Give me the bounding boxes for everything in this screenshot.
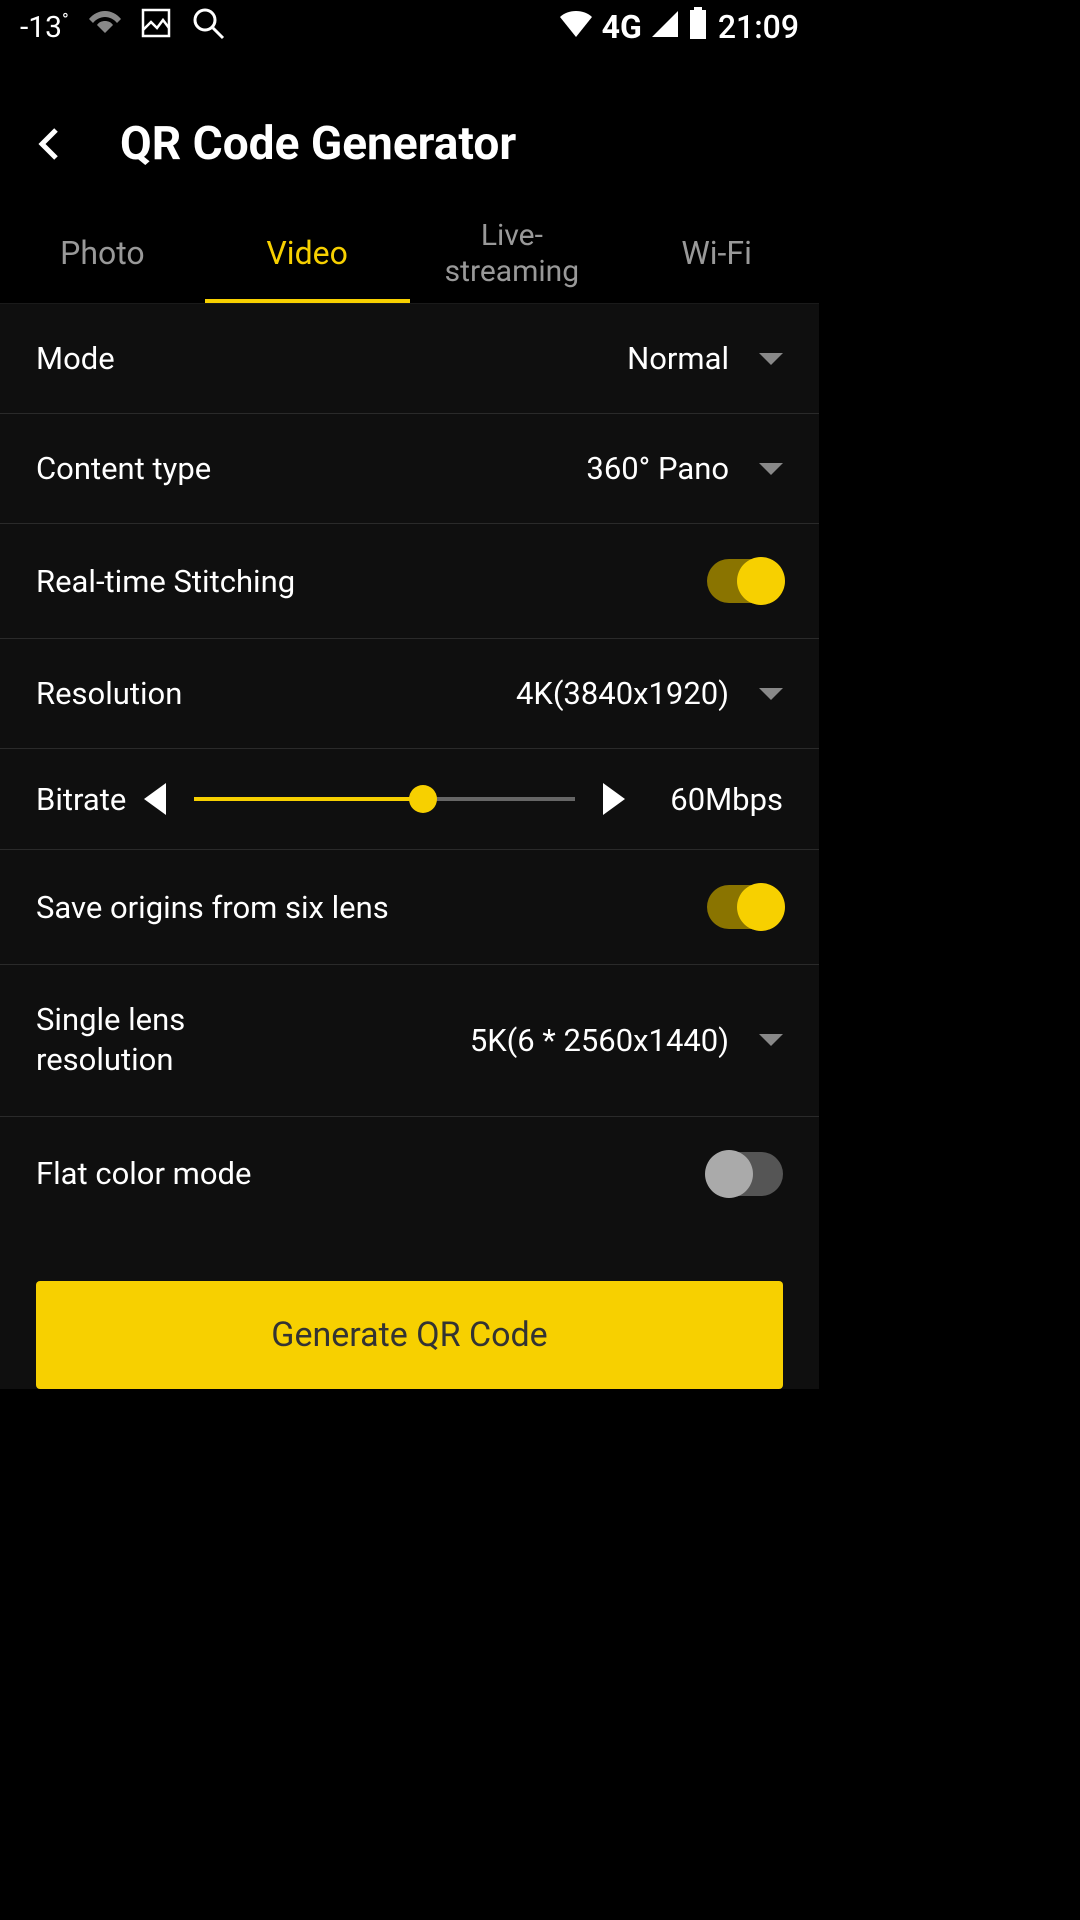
mode-row[interactable]: Mode Normal (0, 304, 819, 414)
time: 21:09 (718, 8, 799, 46)
resolution-value: 4K(3840x1920) (516, 675, 729, 712)
bitrate-increase-button[interactable] (603, 783, 625, 815)
wifi-signal-icon (560, 10, 592, 45)
content-type-value-group: 360° Pano (586, 450, 783, 487)
resolution-row[interactable]: Resolution 4K(3840x1920) (0, 639, 819, 749)
generate-button[interactable]: Generate QR Code (36, 1281, 783, 1389)
cell-signal-icon (652, 10, 678, 45)
mode-value: Normal (627, 340, 729, 377)
single-lens-label: Single lens resolution (36, 1000, 236, 1081)
settings-panel: Mode Normal Content type 360° Pano Real-… (0, 304, 819, 1389)
content-type-row[interactable]: Content type 360° Pano (0, 414, 819, 524)
status-left: -13° (20, 6, 225, 48)
tab-livestreaming[interactable]: Live- streaming (410, 204, 615, 303)
single-lens-row[interactable]: Single lens resolution 5K(6 * 2560x1440) (0, 965, 819, 1117)
generate-button-label: Generate QR Code (271, 1315, 547, 1355)
arrow-right-icon (603, 783, 625, 815)
bitrate-decrease-button[interactable] (144, 783, 166, 815)
picture-icon (141, 8, 171, 46)
toggle-knob (737, 557, 785, 605)
tab-label: Video (266, 234, 347, 272)
stitching-toggle[interactable] (707, 559, 783, 603)
wifi-icon (89, 10, 121, 45)
toggle-knob (737, 883, 785, 931)
temperature-value: -13 (20, 10, 62, 45)
tab-label: Wi-Fi (681, 234, 751, 272)
degree-symbol: ° (62, 10, 69, 31)
stitching-label: Real-time Stitching (36, 563, 295, 600)
mode-label: Mode (36, 340, 115, 377)
tab-wifi[interactable]: Wi-Fi (614, 204, 819, 303)
tab-video[interactable]: Video (205, 204, 410, 303)
slider-fill (194, 797, 422, 801)
tab-label: Live- streaming (445, 218, 579, 290)
mode-value-group: Normal (627, 340, 783, 377)
chevron-down-icon (759, 353, 783, 365)
save-origins-label: Save origins from six lens (36, 889, 389, 926)
tab-photo[interactable]: Photo (0, 204, 205, 303)
slider-thumb[interactable] (409, 785, 437, 813)
tab-label: Photo (60, 234, 144, 272)
save-origins-toggle[interactable] (707, 885, 783, 929)
network-type: 4G (602, 8, 642, 46)
header: QR Code Generator (0, 84, 819, 204)
bitrate-slider[interactable] (194, 779, 575, 819)
bitrate-row: Bitrate 60Mbps (0, 749, 819, 850)
bitrate-value: 60Mbps (643, 781, 783, 818)
flat-color-label: Flat color mode (36, 1155, 251, 1192)
battery-icon (688, 7, 708, 47)
chevron-down-icon (759, 463, 783, 475)
temperature: -13° (20, 10, 69, 45)
status-bar: -13° 4G 21:09 (0, 0, 819, 54)
single-lens-value-group: 5K(6 * 2560x1440) (470, 1022, 783, 1059)
resolution-label: Resolution (36, 675, 182, 712)
back-button[interactable] (20, 126, 80, 162)
slider-track (194, 797, 575, 801)
resolution-value-group: 4K(3840x1920) (516, 675, 783, 712)
search-icon (191, 6, 225, 48)
arrow-left-icon (144, 783, 166, 815)
toggle-knob (705, 1150, 753, 1198)
tabs: Photo Video Live- streaming Wi-Fi (0, 204, 819, 304)
flat-color-toggle[interactable] (707, 1152, 783, 1196)
page-title: QR Code Generator (120, 117, 516, 171)
single-lens-value: 5K(6 * 2560x1440) (470, 1022, 729, 1059)
stitching-row: Real-time Stitching (0, 524, 819, 639)
status-right: 4G 21:09 (560, 7, 799, 47)
save-origins-row: Save origins from six lens (0, 850, 819, 965)
content-type-label: Content type (36, 450, 211, 487)
chevron-down-icon (759, 688, 783, 700)
content-type-value: 360° Pano (586, 450, 729, 487)
bitrate-label: Bitrate (36, 781, 126, 818)
flat-color-row: Flat color mode (0, 1117, 819, 1231)
chevron-down-icon (759, 1034, 783, 1046)
